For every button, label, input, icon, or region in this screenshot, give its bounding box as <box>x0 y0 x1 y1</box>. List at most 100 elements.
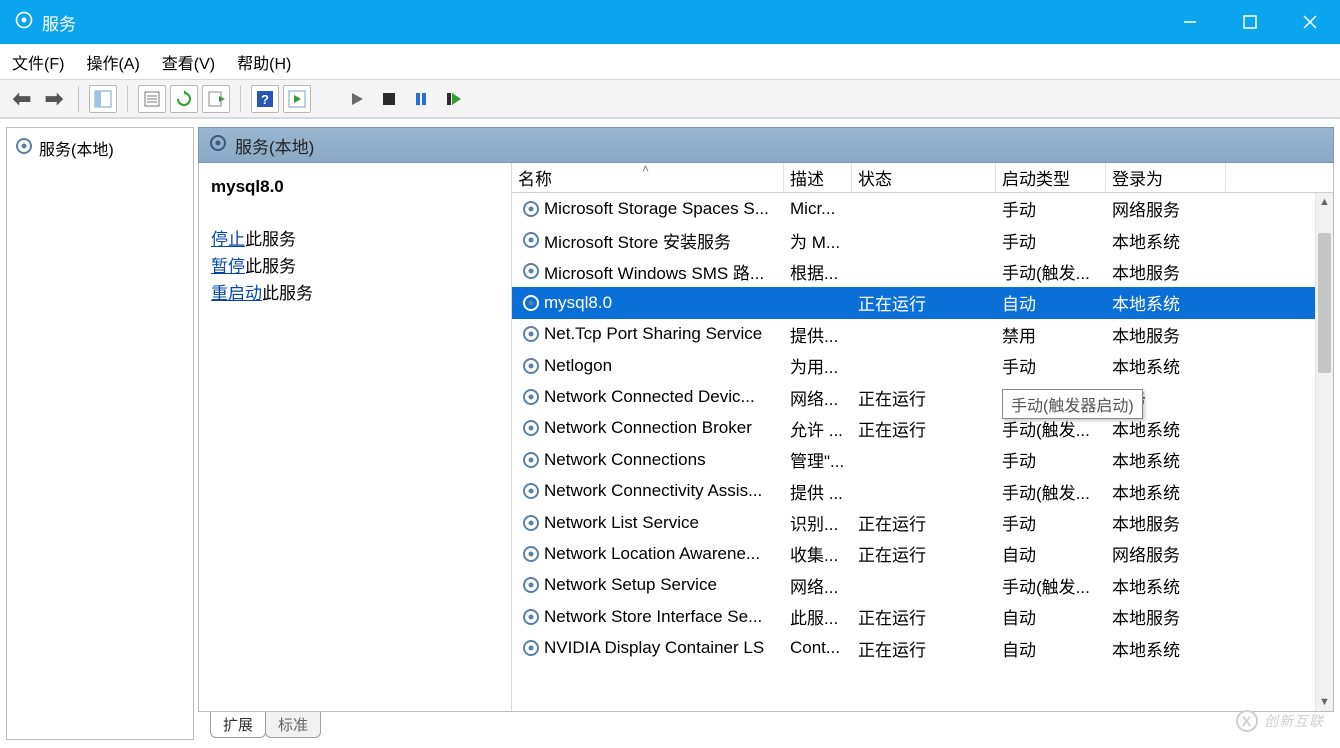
services-list[interactable]: ˄ 名称 描述 状态 启动类型 登录为 Microsoft Storage Sp… <box>511 163 1333 711</box>
col-header-desc[interactable]: 描述 <box>784 163 852 192</box>
menu-bar: 文件(F) 操作(A) 查看(V) 帮助(H) <box>0 44 1340 80</box>
col-header-logon[interactable]: 登录为 <box>1106 163 1226 192</box>
service-logon: 本地系统 <box>1106 416 1226 441</box>
service-name: Microsoft Storage Spaces S... <box>544 199 769 219</box>
pause-link[interactable]: 暂停 <box>211 257 245 276</box>
service-name: Microsoft Windows SMS 路... <box>544 259 764 284</box>
gear-icon <box>14 10 34 35</box>
gear-icon <box>518 388 540 406</box>
tab-extended[interactable]: 扩展 <box>210 712 266 738</box>
service-startup: 手动(触发... <box>996 416 1106 441</box>
service-logon: 本地系统 <box>1106 479 1226 504</box>
service-row[interactable]: mysql8.0正在运行自动本地系统 <box>512 287 1315 318</box>
service-desc: 管理"... <box>784 447 852 472</box>
service-row[interactable]: NVIDIA Display Container LSCont...正在运行自动… <box>512 632 1315 663</box>
service-row[interactable]: Microsoft Windows SMS 路...根据...手动(触发...本… <box>512 256 1315 287</box>
service-row[interactable]: Microsoft Store 安装服务为 M...手动本地系统 <box>512 224 1315 255</box>
view-tabs: 扩展 标准 <box>198 712 1334 740</box>
service-name: Network Setup Service <box>544 575 717 595</box>
col-header-status[interactable]: 状态 <box>852 163 996 192</box>
service-row[interactable]: Network Connections管理"...手动本地系统 <box>512 444 1315 475</box>
gear-icon <box>518 451 540 469</box>
restart-service-button[interactable] <box>439 85 467 113</box>
service-desc: 为用... <box>784 353 852 378</box>
console-tree[interactable]: 服务(本地) <box>6 127 194 740</box>
gear-icon <box>518 576 540 594</box>
refresh-button[interactable] <box>170 85 198 113</box>
service-status: 正在运行 <box>852 604 996 629</box>
scroll-down-icon[interactable]: ▼ <box>1316 693 1333 711</box>
vertical-scrollbar[interactable]: ▲ ▼ <box>1315 193 1333 711</box>
scroll-thumb[interactable] <box>1318 233 1331 373</box>
gear-icon <box>518 514 540 532</box>
service-status: 正在运行 <box>852 416 996 441</box>
service-row[interactable]: Net.Tcp Port Sharing Service提供...禁用本地服务 <box>512 319 1315 350</box>
menu-file[interactable]: 文件(F) <box>12 50 64 74</box>
col-header-startup[interactable]: 启动类型 <box>996 163 1106 192</box>
service-startup: 手动(触发... <box>996 479 1106 504</box>
minimize-button[interactable] <box>1160 0 1220 44</box>
scroll-up-icon[interactable]: ▲ <box>1316 193 1333 211</box>
content-area: 服务(本地) 服务(本地) mysql8.0 停止此服务 暂停此服务 重启动此服… <box>0 118 1340 748</box>
restart-link[interactable]: 重启动 <box>211 284 262 303</box>
gear-icon <box>518 325 540 343</box>
help-button[interactable]: ? <box>251 85 279 113</box>
pause-service-button[interactable] <box>407 85 435 113</box>
tab-standard[interactable]: 标准 <box>265 712 321 738</box>
back-button[interactable]: ⬅ <box>8 85 36 113</box>
gear-icon <box>518 482 540 500</box>
service-startup: 自动 <box>996 541 1106 566</box>
selected-service-name: mysql8.0 <box>211 177 499 197</box>
tooltip: 手动(触发器启动) <box>1002 389 1143 419</box>
service-desc: 网络... <box>784 573 852 598</box>
service-startup: 手动 <box>996 353 1106 378</box>
gear-icon <box>518 294 540 312</box>
pause-suffix: 此服务 <box>245 257 296 276</box>
stop-link[interactable]: 停止 <box>211 230 245 249</box>
start-service-button[interactable] <box>343 85 371 113</box>
service-logon: 本地服务 <box>1106 510 1226 535</box>
service-row[interactable]: Network Connectivity Assis...提供 ...手动(触发… <box>512 476 1315 507</box>
service-row[interactable]: Netlogon为用...手动本地系统 <box>512 350 1315 381</box>
gear-icon <box>518 262 540 280</box>
forward-button[interactable]: ➡ <box>40 85 68 113</box>
service-name: Network Connections <box>544 450 706 470</box>
gear-icon <box>209 134 227 157</box>
maximize-button[interactable] <box>1220 0 1280 44</box>
service-desc: 提供... <box>784 322 852 347</box>
show-action-pane-button[interactable] <box>283 85 311 113</box>
service-desc: 根据... <box>784 259 852 284</box>
separator <box>78 86 79 112</box>
list-header[interactable]: ˄ 名称 描述 状态 启动类型 登录为 <box>512 163 1333 193</box>
service-row[interactable]: Network Setup Service网络...手动(触发...本地系统 <box>512 570 1315 601</box>
service-startup: 禁用 <box>996 322 1106 347</box>
gear-icon <box>15 137 33 160</box>
service-desc: Cont... <box>784 638 852 658</box>
menu-view[interactable]: 查看(V) <box>162 50 215 74</box>
service-desc: 提供 ... <box>784 479 852 504</box>
show-hide-tree-button[interactable] <box>89 85 117 113</box>
service-desc: 识别... <box>784 510 852 535</box>
service-name: Network Store Interface Se... <box>544 607 762 627</box>
service-row[interactable]: Network Store Interface Se...此服...正在运行自动… <box>512 601 1315 632</box>
close-button[interactable] <box>1280 0 1340 44</box>
service-startup: 手动 <box>996 447 1106 472</box>
export-list-button[interactable] <box>202 85 230 113</box>
service-row[interactable]: Microsoft Storage Spaces S...Micr...手动网络… <box>512 193 1315 224</box>
service-logon: 本地系统 <box>1106 573 1226 598</box>
service-row[interactable]: Network Connection Broker允许 ...正在运行手动(触发… <box>512 413 1315 444</box>
service-logon: 本地服务 <box>1106 322 1226 347</box>
window-title: 服务 <box>42 10 76 35</box>
properties-button[interactable] <box>138 85 166 113</box>
separator <box>127 86 128 112</box>
restart-suffix: 此服务 <box>262 284 313 303</box>
service-row[interactable]: Network Location Awarene...收集...正在运行自动网络… <box>512 538 1315 569</box>
service-row[interactable]: Network List Service识别...正在运行手动本地服务 <box>512 507 1315 538</box>
service-logon: 本地系统 <box>1106 228 1226 253</box>
menu-help[interactable]: 帮助(H) <box>237 50 291 74</box>
stop-service-button[interactable] <box>375 85 403 113</box>
gear-icon <box>518 639 540 657</box>
menu-action[interactable]: 操作(A) <box>86 50 139 74</box>
service-row[interactable]: Network Connected Devic...网络...正在运行手动(触发… <box>512 381 1315 412</box>
tree-node-services-local[interactable]: 服务(本地) <box>15 136 185 160</box>
